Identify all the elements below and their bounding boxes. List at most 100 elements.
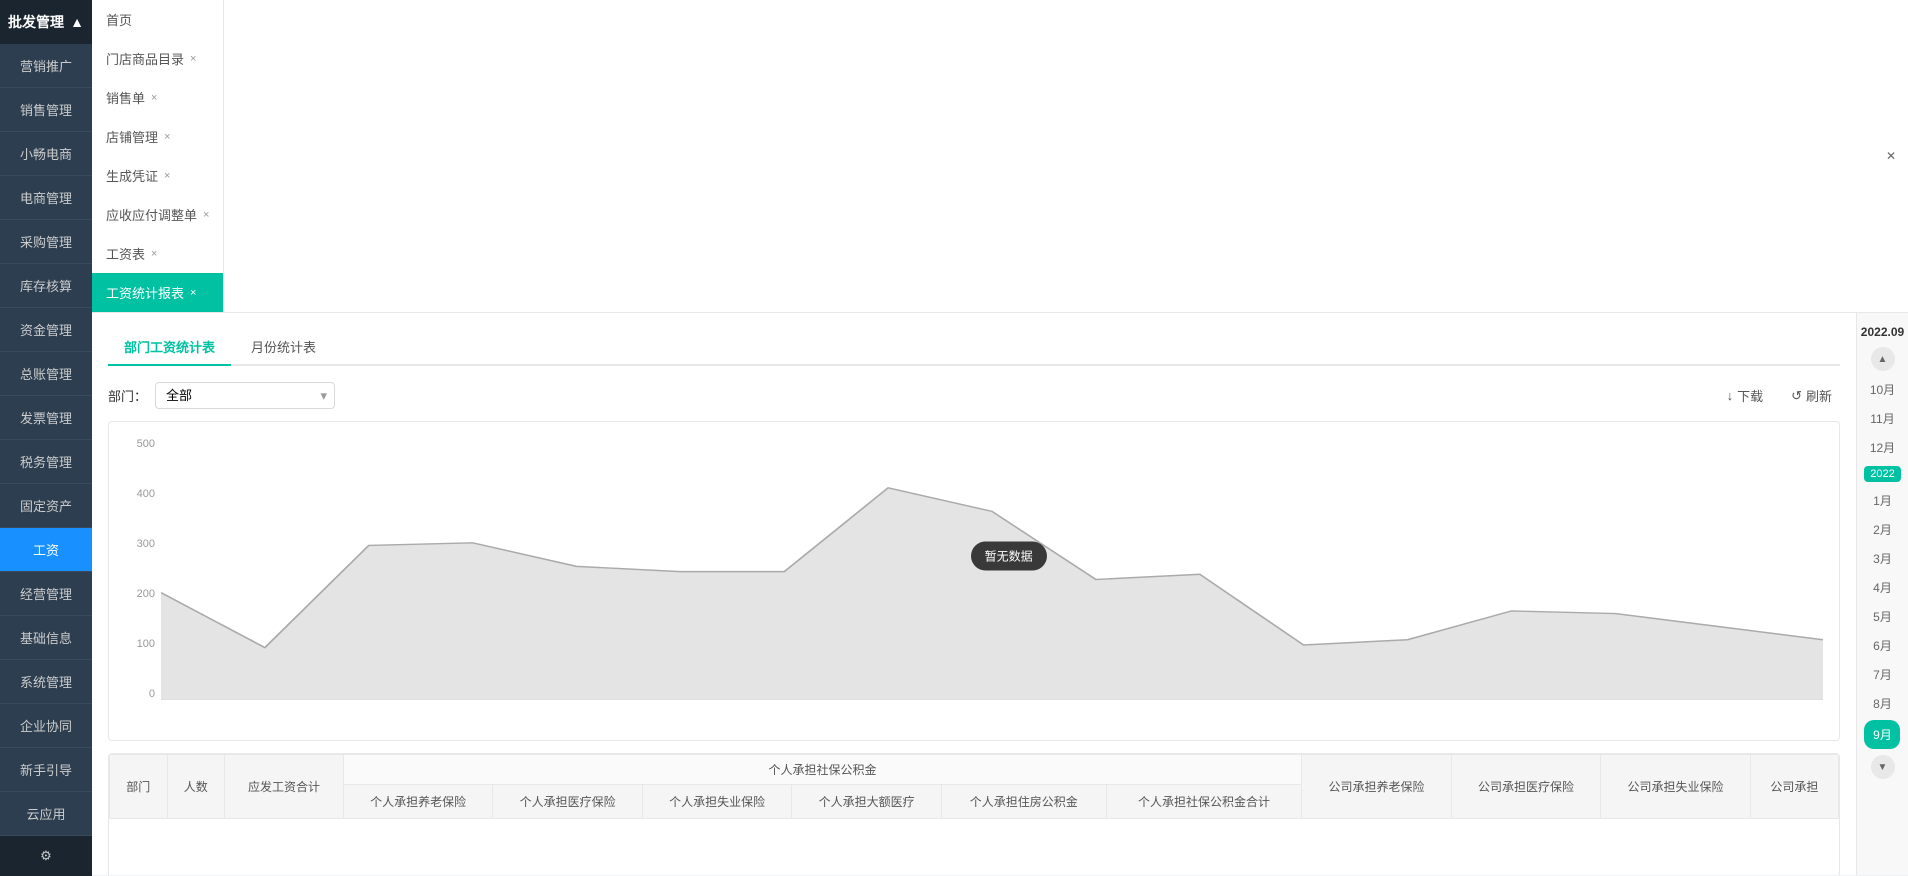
dept-select[interactable]: 全部 <box>155 382 335 409</box>
timeline-year-2022[interactable]: 2022 <box>1864 466 1900 482</box>
sidebar-item-基础信息[interactable]: 基础信息 <box>0 616 92 660</box>
tab-close-销售单[interactable]: × <box>151 92 157 104</box>
tab-工资统计报表[interactable]: 工资统计报表 × <box>92 273 224 312</box>
chart-container: 5004003002001000 暂无数据 <box>108 421 1840 741</box>
sidebar-item-云应用[interactable]: 云应用 <box>0 792 92 836</box>
tab-生成凭证[interactable]: 生成凭证× <box>92 156 224 195</box>
timeline-month-7月[interactable]: 7月 <box>1864 660 1900 689</box>
action-buttons: ↓ 下载 ↺ 刷新 <box>1719 382 1840 409</box>
timeline-month-12月[interactable]: 12月 <box>1864 433 1900 462</box>
timeline-month-1月[interactable]: 1月 <box>1864 486 1900 515</box>
th-dept: 部门 <box>110 755 168 819</box>
chart-y-axis: 5004003002001000 <box>125 438 155 700</box>
timeline-month-2月[interactable]: 2月 <box>1864 515 1900 544</box>
sidebar-item-企业协同[interactable]: 企业协同 <box>0 704 92 748</box>
timeline-month-9月[interactable]: 9月 <box>1864 720 1900 749</box>
download-button[interactable]: ↓ 下载 <box>1719 382 1772 409</box>
sidebar-item-营销推广[interactable]: 营销推广 <box>0 44 92 88</box>
chart-no-data-tooltip: 暂无数据 <box>971 541 1047 570</box>
toolbar-row: 部门： 全部 ↓ 下载 ↺ 刷新 <box>108 382 1840 409</box>
th-company-unemploy: 公司承担失业保险 <box>1601 755 1751 819</box>
tab-label-工资表: 工资表 <box>106 244 145 263</box>
tab-应收应付调整单[interactable]: 应收应付调整单 × <box>92 195 224 234</box>
th-company-other: 公司承担 <box>1750 755 1838 819</box>
sidebar-item-销售管理[interactable]: 销售管理 <box>0 88 92 132</box>
tabs-container: 首页门店商品目录×销售单×店铺管理×生成凭证×应收应付调整单×工资表×工资统计报… <box>92 0 224 312</box>
timeline-month-11月[interactable]: 11月 <box>1864 404 1900 433</box>
tab-门店商品目录[interactable]: 门店商品目录 × <box>92 39 224 78</box>
tab-close-工资表[interactable]: × <box>151 248 157 260</box>
timeline-month-5月[interactable]: 5月 <box>1864 602 1900 631</box>
tab-close-门店商品目录[interactable]: × <box>190 53 196 65</box>
timeline-month-4月[interactable]: 4月 <box>1864 573 1900 602</box>
sidebar-settings[interactable]: ⚙ <box>0 836 92 876</box>
dept-select-wrapper: 全部 <box>155 382 335 409</box>
chart-area <box>161 488 1823 700</box>
settings-icon: ⚙ <box>40 848 52 863</box>
sub-tabs: 部门工资统计表月份统计表 <box>108 329 1840 366</box>
tab-label-销售单: 销售单 <box>106 88 145 107</box>
tab-bar: 首页门店商品目录×销售单×店铺管理×生成凭证×应收应付调整单×工资表×工资统计报… <box>92 0 1908 313</box>
timeline-year-label[interactable]: 2022.09 <box>1861 321 1904 343</box>
page-content: 部门工资统计表月份统计表 部门： 全部 ↓ 下载 <box>92 313 1908 875</box>
timeline-months: 10月11月12月 2022 1月2月3月4月5月6月7月8月9月 <box>1864 375 1900 751</box>
th-personal-sub-个人承担社保公积金合计: 个人承担社保公积金合计 <box>1106 785 1302 819</box>
sidebar-item-资金管理[interactable]: 资金管理 <box>0 308 92 352</box>
sidebar-item-固定资产[interactable]: 固定资产 <box>0 484 92 528</box>
sidebar-item-发票管理[interactable]: 发票管理 <box>0 396 92 440</box>
tab-销售单[interactable]: 销售单 × <box>92 78 224 117</box>
sidebar-item-小畅电商[interactable]: 小畅电商 <box>0 132 92 176</box>
close-all-tabs[interactable]: ✕ <box>1874 139 1908 173</box>
th-personal-sub-个人承担养老保险: 个人承担养老保险 <box>343 785 493 819</box>
sidebar-header[interactable]: 批发管理 ▲ <box>0 0 92 44</box>
timeline-month-6月[interactable]: 6月 <box>1864 631 1900 660</box>
tab-工资表[interactable]: 工资表 × <box>92 234 224 273</box>
tab-首页[interactable]: 首页 <box>92 0 224 39</box>
timeline-nav-down[interactable]: ▼ <box>1871 755 1895 779</box>
tab-店铺管理[interactable]: 店铺管理× <box>92 117 224 156</box>
th-total-salary: 应发工资合计 <box>225 755 344 819</box>
timeline-month-3月[interactable]: 3月 <box>1864 544 1900 573</box>
sidebar-item-电商管理[interactable]: 电商管理 <box>0 176 92 220</box>
refresh-label: 刷新 <box>1806 386 1832 405</box>
sidebar-item-库存核算[interactable]: 库存核算 <box>0 264 92 308</box>
sidebar-item-新手引导[interactable]: 新手引导 <box>0 748 92 792</box>
tab-label-工资统计报表: 工资统计报表 <box>106 283 184 302</box>
refresh-button[interactable]: ↺ 刷新 <box>1783 382 1840 409</box>
timeline-nav-up[interactable]: ▲ <box>1871 347 1895 371</box>
sub-tab-月份统计表[interactable]: 月份统计表 <box>235 329 332 366</box>
timeline-sidebar: 2022.09 ▲ 10月11月12月 2022 1月2月3月4月5月6月7月8月9… <box>1856 313 1908 875</box>
y-label-400: 400 <box>125 488 155 500</box>
timeline-month-10月[interactable]: 10月 <box>1864 375 1900 404</box>
table-wrapper: 部门 人数 应发工资合计 个人承担社保公积金 公司承担养老保险 公司承担医疗保险… <box>108 753 1840 875</box>
sidebar-item-工资[interactable]: 工资 <box>0 528 92 572</box>
data-table: 部门 人数 应发工资合计 个人承担社保公积金 公司承担养老保险 公司承担医疗保险… <box>109 754 1839 819</box>
sub-tab-部门工资统计表[interactable]: 部门工资统计表 <box>108 329 231 366</box>
th-personal-sub-个人承担住房公积金: 个人承担住房公积金 <box>941 785 1106 819</box>
th-personal-group: 个人承担社保公积金 <box>343 755 1301 785</box>
filter-row: 部门： 全部 <box>108 382 335 409</box>
sidebar-collapse-icon: ▲ <box>70 14 84 30</box>
timeline-month-8月[interactable]: 8月 <box>1864 689 1900 718</box>
sidebar-item-税务管理[interactable]: 税务管理 <box>0 440 92 484</box>
tab-close-应收应付调整单[interactable]: × <box>203 209 209 221</box>
sidebar: 批发管理 ▲ 营销推广销售管理小畅电商电商管理采购管理库存核算资金管理总账管理发… <box>0 0 92 875</box>
tab-close-工资统计报表[interactable]: × <box>190 287 196 299</box>
th-company-pension: 公司承担养老保险 <box>1302 755 1452 819</box>
download-label: 下载 <box>1737 386 1763 405</box>
tab-close-生成凭证[interactable]: × <box>164 170 170 182</box>
th-count: 人数 <box>167 755 225 819</box>
sidebar-item-系统管理[interactable]: 系统管理 <box>0 660 92 704</box>
th-personal-sub-个人承担医疗保险: 个人承担医疗保险 <box>493 785 643 819</box>
main-content: 首页门店商品目录×销售单×店铺管理×生成凭证×应收应付调整单×工资表×工资统计报… <box>92 0 1908 875</box>
tab-label-门店商品目录: 门店商品目录 <box>106 49 184 68</box>
th-personal-sub-个人承担失业保险: 个人承担失业保险 <box>642 785 792 819</box>
y-label-300: 300 <box>125 538 155 550</box>
sidebar-item-总账管理[interactable]: 总账管理 <box>0 352 92 396</box>
tab-label-应收应付调整单: 应收应付调整单 <box>106 205 197 224</box>
tab-close-店铺管理[interactable]: × <box>164 131 170 143</box>
dept-filter-label: 部门： <box>108 386 147 405</box>
sidebar-item-经营管理[interactable]: 经营管理 <box>0 572 92 616</box>
sidebar-item-采购管理[interactable]: 采购管理 <box>0 220 92 264</box>
y-label-0: 0 <box>125 688 155 700</box>
